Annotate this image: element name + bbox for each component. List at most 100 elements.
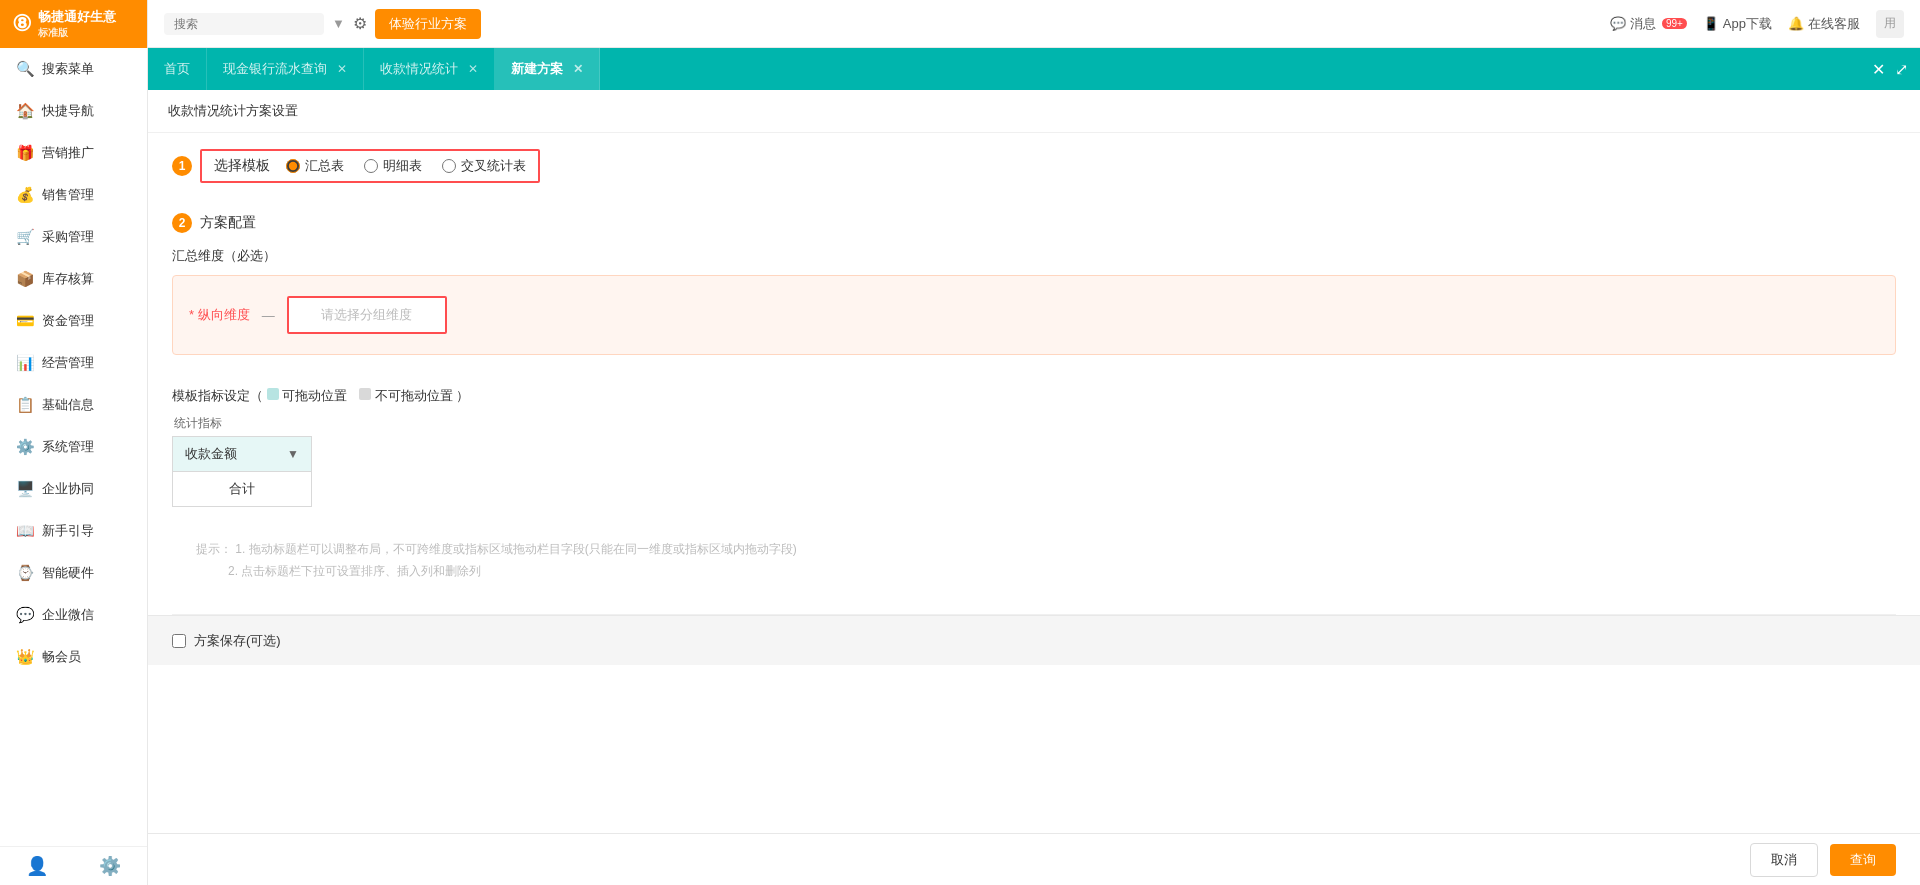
user-avatar[interactable]: 用 (1876, 10, 1904, 38)
tab-new-plan-label: 新建方案 (511, 60, 563, 78)
search-input[interactable] (164, 13, 324, 35)
section1-label: 1 选择模板 汇总表 明细表 (172, 149, 1896, 183)
gear-icon: ⚙️ (16, 438, 34, 456)
message-item[interactable]: 💬 消息 99+ (1610, 15, 1687, 33)
industry-btn[interactable]: 体验行业方案 (375, 9, 481, 39)
query-button[interactable]: 查询 (1830, 844, 1896, 876)
sidebar-item-member[interactable]: 👑 畅会员 (0, 636, 147, 678)
section2-num: 2 (172, 213, 192, 233)
radio-cross[interactable]: 交叉统计表 (442, 157, 526, 175)
cancel-button[interactable]: 取消 (1750, 843, 1818, 877)
page-title: 收款情况统计方案设置 (168, 103, 298, 118)
save-plan-checkbox[interactable] (172, 634, 186, 648)
topbar-left: ▼ ⚙ 体验行业方案 (164, 9, 481, 39)
sidebar-item-hardware[interactable]: ⌚ 智能硬件 (0, 552, 147, 594)
tip1: 提示： 1. 拖动标题栏可以调整布局，不可跨维度或指标区域拖动栏目字段(只能在同… (196, 539, 1872, 561)
radio-summary-input[interactable] (286, 159, 300, 173)
template-options-border: 选择模板 汇总表 明细表 (200, 149, 540, 183)
wechat-icon: 💬 (16, 606, 34, 624)
sidebar-item-collab[interactable]: 🖥️ 企业协同 (0, 468, 147, 510)
arrow-icon: — (262, 308, 275, 323)
metrics-section: 模板指标设定（ 可拖动位置 不可拖动位置 ） 统计指标 收款金额 (172, 371, 1896, 523)
tab-home-label: 首页 (164, 60, 190, 78)
sidebar-item-basic-info[interactable]: 📋 基础信息 (0, 384, 147, 426)
hardware-icon: ⌚ (16, 564, 34, 582)
online-service-item[interactable]: 🔔 在线客服 (1788, 15, 1860, 33)
dimension-select-btn[interactable]: 请选择分组维度 (287, 296, 447, 334)
sidebar-item-search[interactable]: 🔍 搜索菜单 (0, 48, 147, 90)
sidebar-item-label: 库存核算 (42, 270, 94, 288)
radio-summary[interactable]: 汇总表 (286, 157, 344, 175)
dimension-section: 汇总维度（必选） * 纵向维度 — 请选择分组维度 (172, 247, 1896, 355)
tips-section: 提示： 1. 拖动标题栏可以调整布局，不可跨维度或指标区域拖动栏目字段(只能在同… (172, 523, 1896, 598)
metrics-label-text: 模板指标设定（ (172, 388, 263, 403)
vertical-label: * 纵向维度 (189, 306, 250, 324)
col-label: 收款金额 (185, 445, 237, 463)
label-end: ） (456, 388, 469, 403)
member-icon: 👑 (16, 648, 34, 666)
radio-detail-label: 明细表 (383, 157, 422, 175)
sidebar-item-operations[interactable]: 📊 经营管理 (0, 342, 147, 384)
sidebar-item-label: 销售管理 (42, 186, 94, 204)
save-plan-label: 方案保存(可选) (194, 632, 281, 650)
home-icon: 🏠 (16, 102, 34, 120)
sidebar-item-wechat[interactable]: 💬 企业微信 (0, 594, 147, 636)
sales-icon: 💰 (16, 186, 34, 204)
logo-text: 畅捷通好生意 (38, 8, 116, 26)
content-inner: 收款情况统计方案设置 1 选择模板 汇总表 (148, 90, 1920, 833)
sidebar-item-finance[interactable]: 💳 资金管理 (0, 300, 147, 342)
radio-detail-input[interactable] (364, 159, 378, 173)
guide-icon: 📖 (16, 522, 34, 540)
section2-title: 方案配置 (200, 214, 256, 232)
chart-icon: 📊 (16, 354, 34, 372)
tab-new-plan-close[interactable]: ✕ (573, 62, 583, 76)
sidebar-bottom-right[interactable]: ⚙️ (99, 855, 121, 877)
sidebar-item-system[interactable]: ⚙️ 系统管理 (0, 426, 147, 468)
section1-num: 1 (172, 156, 192, 176)
sidebar-item-inventory[interactable]: 📦 库存核算 (0, 258, 147, 300)
metrics-table: 收款金额 ▼ 合计 (172, 436, 312, 507)
sidebar-item-sales[interactable]: 💰 销售管理 (0, 174, 147, 216)
expand-window-btn[interactable]: ⤢ (1895, 60, 1908, 79)
sidebar-item-purchase[interactable]: 🛒 采购管理 (0, 216, 147, 258)
section2-label: 2 方案配置 (172, 213, 1896, 233)
radio-cross-input[interactable] (442, 159, 456, 173)
main-area: ▼ ⚙ 体验行业方案 💬 消息 99+ 📱 App下载 🔔 在线客服 用 首页 (148, 0, 1920, 885)
draggable-legend-dot (267, 388, 279, 400)
sidebar-item-label: 采购管理 (42, 228, 94, 246)
tab-new-plan[interactable]: 新建方案 ✕ (495, 48, 600, 90)
tab-collection-stat[interactable]: 收款情况统计 ✕ (364, 48, 495, 90)
tab-bank-flow[interactable]: 现金银行流水查询 ✕ (207, 48, 364, 90)
topbar: ▼ ⚙ 体验行业方案 💬 消息 99+ 📱 App下载 🔔 在线客服 用 (148, 0, 1920, 48)
close-window-btn[interactable]: ✕ (1872, 60, 1885, 79)
sidebar-item-quicknav[interactable]: 🏠 快捷导航 (0, 90, 147, 132)
sidebar-item-guide[interactable]: 📖 新手引导 (0, 510, 147, 552)
app-download-label: App下载 (1723, 15, 1772, 33)
message-badge: 99+ (1662, 18, 1687, 29)
radio-detail[interactable]: 明细表 (364, 157, 422, 175)
sidebar-item-label: 企业微信 (42, 606, 94, 624)
metrics-table-wrap: 统计指标 收款金额 ▼ 合计 (172, 415, 312, 507)
radio-summary-label: 汇总表 (305, 157, 344, 175)
sidebar-item-marketing[interactable]: 🎁 营销推广 (0, 132, 147, 174)
tab-collection-stat-close[interactable]: ✕ (468, 62, 478, 76)
tab-home[interactable]: 首页 (148, 48, 207, 90)
sidebar-item-label: 畅会员 (42, 648, 81, 666)
sidebar-logo: ⑧ 畅捷通好生意 标准版 (0, 0, 147, 48)
metrics-section-label: 统计指标 (172, 415, 312, 432)
gift-icon: 🎁 (16, 144, 34, 162)
sidebar-item-label: 营销推广 (42, 144, 94, 162)
dropdown-icon[interactable]: ▼ (287, 447, 299, 461)
template-radio-group: 汇总表 明细表 交叉统计表 (286, 157, 526, 175)
logo-badge: 标准版 (38, 26, 116, 40)
app-download-item[interactable]: 📱 App下载 (1703, 15, 1772, 33)
sidebar-item-label: 新手引导 (42, 522, 94, 540)
sidebar-bottom-left[interactable]: 👤 (26, 855, 48, 877)
topbar-gear-icon[interactable]: ⚙ (353, 14, 367, 33)
online-service-label: 在线客服 (1808, 15, 1860, 33)
sidebar-item-label: 快捷导航 (42, 102, 94, 120)
tab-bank-flow-close[interactable]: ✕ (337, 62, 347, 76)
nav-actions: ✕ ⤢ (1872, 60, 1920, 79)
topbar-dropdown-icon[interactable]: ▼ (332, 16, 345, 31)
message-label: 消息 (1630, 15, 1656, 33)
